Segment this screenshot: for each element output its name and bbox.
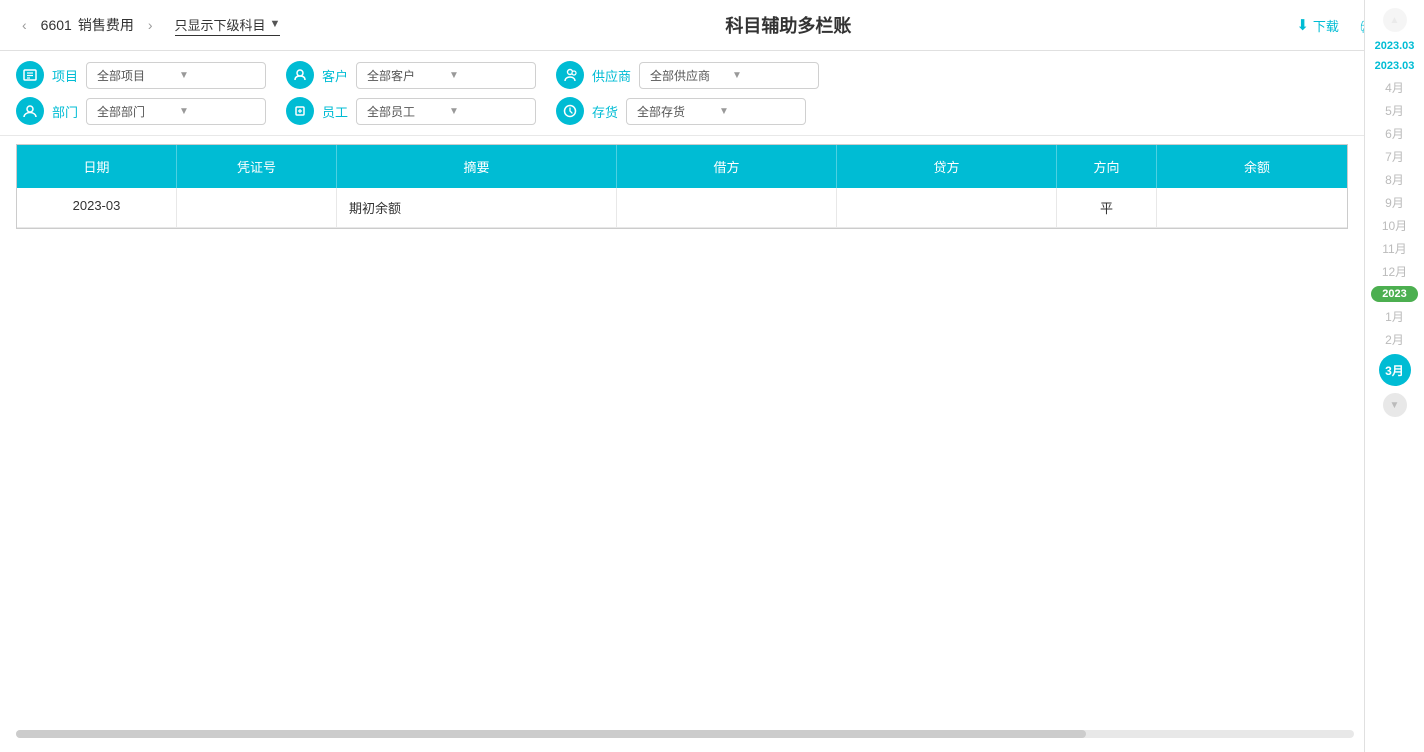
filter-inventory: 存货 全部存货 ▼ [556,97,806,125]
timeline-item-1[interactable]: 1月 [1365,305,1424,328]
project-value: 全部项目 [97,67,173,84]
timeline-item-7[interactable]: 7月 [1365,145,1424,168]
department-arrow-icon: ▼ [179,106,255,117]
supplier-icon [556,61,584,89]
filter-row-2: 部门 全部部门 ▼ 员工 全部员工 ▼ [16,97,1408,125]
col-balance: 余额 [1157,145,1348,188]
inventory-label: 存货 [592,102,618,121]
inventory-select[interactable]: 全部存货 ▼ [626,98,806,125]
timeline-item-4[interactable]: 4月 [1365,76,1424,99]
supplier-value: 全部供应商 [650,67,726,84]
employee-icon [286,97,314,125]
customer-arrow-icon: ▼ [449,70,525,81]
timeline-scroll-up-button[interactable]: ▲ [1383,8,1407,32]
filter-row-1: 项目 全部项目 ▼ 客户 全部客户 ▼ [16,61,1408,89]
show-sub-arrow-icon: ▼ [270,18,281,30]
timeline-item-10[interactable]: 10月 [1365,214,1424,237]
cell-balance [1157,188,1348,227]
cell-date: 2023-03 [17,188,177,227]
timeline-item-12[interactable]: 12月 [1365,260,1424,283]
cell-summary: 期初余额 [337,188,617,227]
cell-debit [617,188,837,227]
nav-prev-button[interactable]: ‹ [16,15,33,35]
customer-value: 全部客户 [367,67,443,84]
timeline-scroll-down-button[interactable]: ▼ [1383,393,1407,417]
customer-select[interactable]: 全部客户 ▼ [356,62,536,89]
timeline-panel: ▲ 2023.03 2023.03 4月 5月 6月 7月 8月 9月 10月 … [1364,0,1424,752]
timeline-item-3-active[interactable]: 3月 [1379,354,1411,386]
inventory-arrow-icon: ▼ [719,106,795,117]
table-row: 2023-03 期初余额 平 [17,188,1347,228]
table-header: 日期 凭证号 摘要 借方 贷方 方向 余额 [17,145,1347,188]
employee-arrow-icon: ▼ [449,106,525,117]
timeline-item-2023-03-1[interactable]: 2023.03 [1365,36,1424,56]
employee-label: 员工 [322,102,348,121]
main-window: ‹ 6601 销售费用 › 只显示下级科目 ▼ 科目辅助多栏账 ⬇ 下载 🖨 打… [0,0,1424,752]
page-title: 科目辅助多栏账 [280,12,1296,38]
timeline-item-8[interactable]: 8月 [1365,168,1424,191]
timeline-item-2[interactable]: 2月 [1365,328,1424,351]
col-credit: 贷方 [837,145,1057,188]
filter-project: 项目 全部项目 ▼ [16,61,266,89]
horizontal-scrollbar[interactable] [16,730,1354,738]
ledger-table: 日期 凭证号 摘要 借方 贷方 方向 余额 2023-03 期初余额 平 [16,144,1348,229]
show-sub-label: 只显示下级科目 [175,15,266,34]
cell-direction: 平 [1057,188,1157,227]
col-summary: 摘要 [337,145,617,188]
filter-department: 部门 全部部门 ▼ [16,97,266,125]
timeline-item-11[interactable]: 11月 [1365,237,1424,260]
timeline-item-5[interactable]: 5月 [1365,99,1424,122]
inventory-value: 全部存货 [637,103,713,120]
account-code: 6601 销售费用 [41,15,134,35]
cell-credit [837,188,1057,227]
filter-employee: 员工 全部员工 ▼ [286,97,536,125]
supplier-label: 供应商 [592,66,631,85]
filter-supplier: 供应商 全部供应商 ▼ [556,61,819,89]
filter-customer: 客户 全部客户 ▼ [286,61,536,89]
department-icon [16,97,44,125]
table-body: 2023-03 期初余额 平 [17,188,1347,228]
col-voucher: 凭证号 [177,145,337,188]
header: ‹ 6601 销售费用 › 只显示下级科目 ▼ 科目辅助多栏账 ⬇ 下载 🖨 打… [0,0,1424,51]
department-select[interactable]: 全部部门 ▼ [86,98,266,125]
department-label: 部门 [52,102,78,121]
timeline-item-9[interactable]: 9月 [1365,191,1424,214]
download-label: 下载 [1313,16,1339,35]
nav-next-button[interactable]: › [142,15,159,35]
inventory-icon [556,97,584,125]
employee-value: 全部员工 [367,103,443,120]
content-area: 日期 凭证号 摘要 借方 贷方 方向 余额 2023-03 期初余额 平 [0,144,1424,229]
download-icon: ⬇ [1296,16,1309,34]
project-label: 项目 [52,66,78,85]
department-value: 全部部门 [97,103,173,120]
timeline-item-6[interactable]: 6月 [1365,122,1424,145]
supplier-arrow-icon: ▼ [732,70,808,81]
cell-voucher [177,188,337,227]
project-icon [16,61,44,89]
filters-panel: 项目 全部项目 ▼ 客户 全部客户 ▼ [0,51,1424,136]
employee-select[interactable]: 全部员工 ▼ [356,98,536,125]
customer-icon [286,61,314,89]
supplier-select[interactable]: 全部供应商 ▼ [639,62,819,89]
col-debit: 借方 [617,145,837,188]
project-select[interactable]: 全部项目 ▼ [86,62,266,89]
col-direction: 方向 [1057,145,1157,188]
download-button[interactable]: ⬇ 下载 [1296,16,1339,35]
account-code-name: 销售费用 [78,15,134,35]
account-code-number: 6601 [41,17,72,33]
customer-label: 客户 [322,66,348,85]
timeline-item-2023-03-2[interactable]: 2023.03 [1365,56,1424,76]
project-arrow-icon: ▼ [179,70,255,81]
scrollbar-thumb[interactable] [16,730,1086,738]
year-badge-2023[interactable]: 2023 [1371,286,1418,302]
col-date: 日期 [17,145,177,188]
show-sub-toggle[interactable]: 只显示下级科目 ▼ [175,15,281,36]
